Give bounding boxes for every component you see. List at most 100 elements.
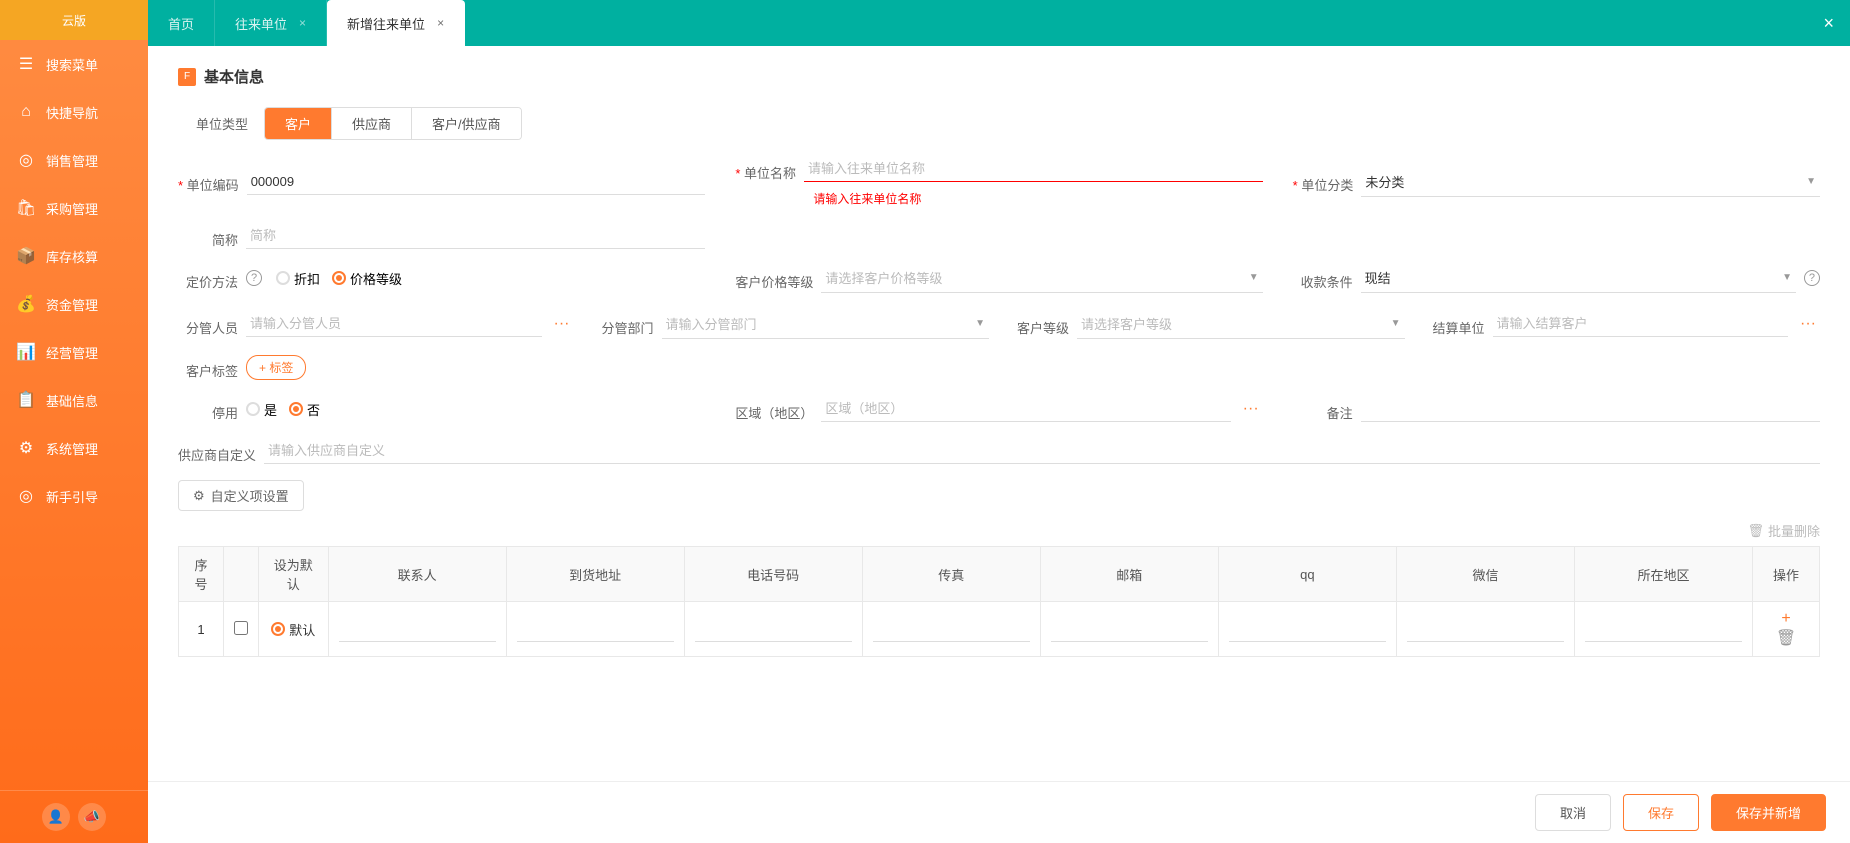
sidebar-item-sales[interactable]: ◎ 销售管理	[0, 136, 148, 184]
unit-code-input[interactable]	[247, 169, 706, 195]
disable-no-radio	[289, 402, 303, 416]
batch-delete-label[interactable]: 批量删除	[1768, 521, 1820, 540]
tab-partners-close[interactable]: ×	[299, 16, 306, 30]
sidebar-item-finance[interactable]: 💰 资金管理	[0, 280, 148, 328]
pricing-discount[interactable]: 折扣	[276, 269, 320, 288]
save-button[interactable]: 保存	[1623, 794, 1699, 831]
sidebar-item-guide[interactable]: ◎ 新手引导	[0, 472, 148, 520]
row-email	[1040, 602, 1218, 657]
remark-input[interactable]	[1361, 396, 1820, 422]
cancel-button[interactable]: 取消	[1535, 794, 1611, 831]
customer-price-select[interactable]: 请选择客户价格等级 ▼	[821, 263, 1262, 293]
region-input[interactable]	[821, 396, 1230, 422]
sidebar-bottom: 👤 📣	[0, 790, 148, 843]
sidebar-item-system[interactable]: ⚙ 系统管理	[0, 424, 148, 472]
sidebar-item-operations[interactable]: 📊 经营管理	[0, 328, 148, 376]
form-row-1: 单位编码 单位名称 请输入往来单位名称 单位分类	[178, 156, 1820, 207]
manager-input[interactable]	[246, 311, 542, 337]
batch-delete-icon: 🗑	[1747, 523, 1764, 539]
row-phone-input[interactable]	[695, 616, 852, 642]
row-email-input[interactable]	[1051, 616, 1208, 642]
disable-yes[interactable]: 是	[246, 400, 277, 419]
add-row-icon[interactable]: +	[1777, 610, 1794, 627]
unit-name-control	[804, 156, 1263, 182]
row-wechat-input[interactable]	[1407, 616, 1564, 642]
unit-type-row: 单位类型 客户 供应商 客户/供应商	[178, 107, 1820, 140]
bell-icon[interactable]: 📣	[78, 803, 106, 831]
customer-level-label: 客户等级	[1009, 312, 1069, 337]
row-qq-input[interactable]	[1229, 616, 1386, 642]
unit-category-select[interactable]: 未分类 ▼	[1361, 167, 1820, 197]
pricing-discount-radio	[276, 271, 290, 285]
user-icon[interactable]: 👤	[42, 803, 70, 831]
sidebar-item-inventory[interactable]: 📦 库存核算	[0, 232, 148, 280]
row-default-radio-label[interactable]: 默认	[269, 620, 318, 639]
manager-more-icon[interactable]: ···	[550, 315, 574, 333]
unit-code-label: 单位编码	[178, 169, 239, 194]
chevron-down-icon: ▼	[1391, 318, 1401, 329]
disable-no[interactable]: 否	[289, 400, 320, 419]
sidebar-item-purchase[interactable]: 🛍 采购管理	[0, 184, 148, 232]
abbr-input[interactable]	[246, 223, 705, 249]
payment-help-icon[interactable]: ?	[1804, 270, 1820, 286]
chevron-down-icon: ▼	[1249, 272, 1259, 283]
payment-select[interactable]: 现结 ▼	[1361, 263, 1796, 293]
unit-type-both[interactable]: 客户/供应商	[412, 108, 521, 139]
tab-bar: 首页 往来单位 × 新增往来单位 × ×	[148, 0, 1850, 46]
basic-icon: 📋	[16, 390, 36, 410]
dept-select[interactable]: 请输入分管部门 ▼	[662, 309, 990, 339]
tab-new-partner-close[interactable]: ×	[437, 16, 444, 30]
row-checkbox[interactable]	[234, 621, 248, 635]
dept-control: 请输入分管部门 ▼	[662, 309, 990, 339]
row-fax-input[interactable]	[873, 616, 1030, 642]
custom-settings-btn[interactable]: ⚙ 自定义项设置	[178, 480, 304, 511]
row-actions: + 🗑	[1752, 602, 1819, 657]
tab-home[interactable]: 首页	[148, 0, 215, 46]
col-default: 设为默认	[258, 547, 328, 602]
unit-name-input[interactable]	[804, 156, 1263, 182]
unit-name-field: 单位名称 请输入往来单位名称	[735, 156, 1262, 207]
delete-row-icon[interactable]: 🗑	[1772, 630, 1800, 647]
tab-new-partner-label: 新增往来单位	[347, 14, 425, 33]
col-checkbox	[223, 547, 258, 602]
sidebar-item-basic[interactable]: 📋 基础信息	[0, 376, 148, 424]
pricing-field: 定价方法 ? 折扣 价格等级	[178, 263, 705, 293]
batch-delete-row: 🗑 批量删除	[178, 521, 1820, 540]
sidebar-item-label: 搜索菜单	[46, 55, 98, 74]
gear-icon: ⚙	[193, 488, 205, 504]
search-icon: ☰	[16, 54, 36, 74]
row-default-radio	[271, 622, 285, 636]
tab-partners[interactable]: 往来单位 ×	[215, 0, 327, 46]
settlement-label: 结算单位	[1425, 312, 1485, 337]
disable-no-label: 否	[307, 400, 320, 419]
pricing-level-label: 价格等级	[350, 269, 402, 288]
row-contact-input[interactable]	[339, 616, 496, 642]
manager-label: 分管人员	[178, 312, 238, 337]
pricing-help-icon[interactable]: ?	[246, 270, 262, 286]
window-close-btn[interactable]: ×	[1807, 13, 1850, 34]
unit-type-group: 客户 供应商 客户/供应商	[264, 107, 522, 140]
row-contact	[328, 602, 506, 657]
unit-type-supplier[interactable]: 供应商	[332, 108, 412, 139]
settlement-more-icon[interactable]: ···	[1796, 315, 1820, 333]
unit-type-customer[interactable]: 客户	[265, 108, 332, 139]
disable-yes-radio	[246, 402, 260, 416]
supplier-custom-input[interactable]	[264, 438, 1820, 464]
customer-level-control: 请选择客户等级 ▼	[1077, 309, 1405, 339]
add-tag-btn[interactable]: + 标签	[246, 355, 306, 380]
col-wechat: 微信	[1396, 547, 1574, 602]
pricing-label: 定价方法	[178, 266, 238, 291]
row-address-input[interactable]	[517, 616, 674, 642]
sidebar-item-quicknav[interactable]: ⌂ 快捷导航	[0, 88, 148, 136]
pricing-level[interactable]: 价格等级	[332, 269, 402, 288]
customer-level-select[interactable]: 请选择客户等级 ▼	[1077, 309, 1405, 339]
customer-tag-label: 客户标签	[178, 355, 238, 380]
region-more-icon[interactable]: ···	[1239, 400, 1263, 418]
tab-new-partner[interactable]: 新增往来单位 ×	[327, 0, 465, 46]
unit-category-field: 单位分类 未分类 ▼	[1293, 156, 1820, 207]
settlement-input[interactable]	[1493, 311, 1789, 337]
unit-code-control	[247, 169, 706, 195]
sidebar-item-search[interactable]: ☰ 搜索菜单	[0, 40, 148, 88]
save-new-button[interactable]: 保存并新增	[1711, 794, 1826, 831]
row-region-input[interactable]	[1585, 616, 1742, 642]
